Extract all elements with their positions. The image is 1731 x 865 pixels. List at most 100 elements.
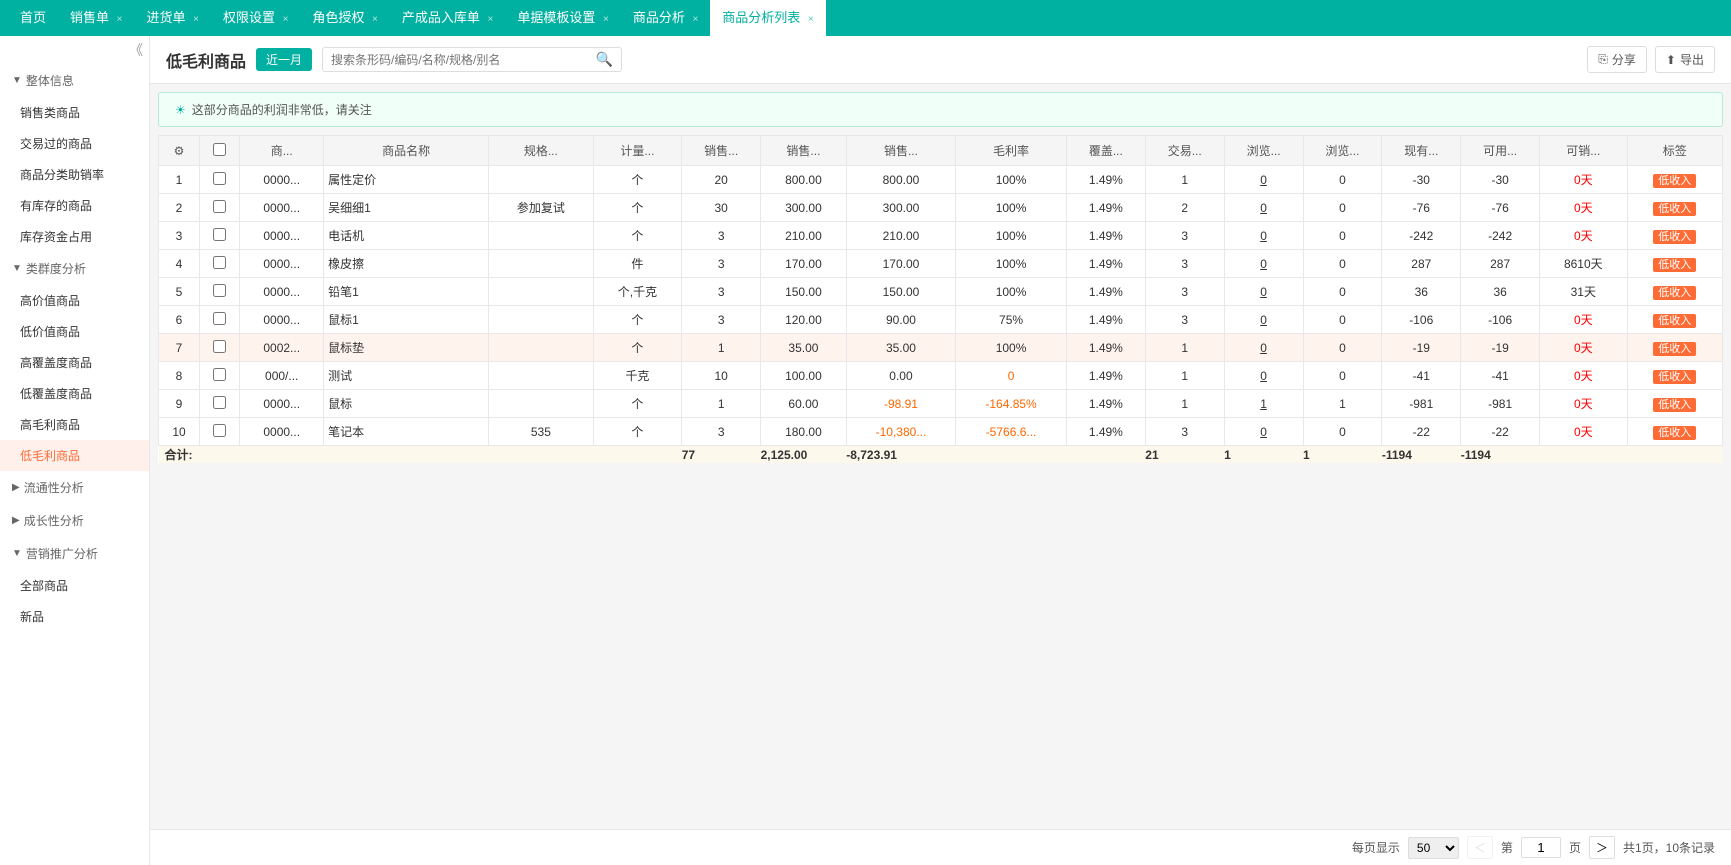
col-transaction[interactable]: 交易...: [1145, 136, 1224, 166]
row-browse1[interactable]: 0: [1224, 250, 1303, 278]
row-checkbox[interactable]: [199, 166, 239, 194]
col-available[interactable]: 可用...: [1461, 136, 1540, 166]
col-browse2[interactable]: 浏览...: [1303, 136, 1382, 166]
col-sellable[interactable]: 可销...: [1540, 136, 1627, 166]
row-browse1[interactable]: 0: [1224, 362, 1303, 390]
row-browse1[interactable]: 0: [1224, 166, 1303, 194]
col-sales-qty[interactable]: 销售...: [682, 136, 761, 166]
row-checkbox[interactable]: [199, 194, 239, 222]
col-gross-margin[interactable]: 毛利率: [956, 136, 1067, 166]
col-coverage[interactable]: 覆盖...: [1066, 136, 1145, 166]
sidebar-group-marketing[interactable]: ▼ 营销推广分析: [0, 537, 149, 570]
nav-home[interactable]: 首页: [8, 0, 58, 36]
row-no: 10: [159, 418, 200, 446]
row-sales-qty: 30: [682, 194, 761, 222]
col-current[interactable]: 现有...: [1382, 136, 1461, 166]
row-browse1[interactable]: 0: [1224, 418, 1303, 446]
row-unit: 千克: [593, 362, 682, 390]
col-tag[interactable]: 标签: [1627, 136, 1722, 166]
row-sales-qty: 3: [682, 250, 761, 278]
row-checkbox[interactable]: [199, 334, 239, 362]
page-number-input[interactable]: [1521, 837, 1561, 858]
row-checkbox[interactable]: [199, 390, 239, 418]
tag-badge: 低收入: [1653, 342, 1696, 356]
row-sales-price: 150.00: [761, 278, 847, 306]
collapse-sidebar-btn[interactable]: 《: [0, 36, 149, 64]
row-browse1[interactable]: 0: [1224, 306, 1303, 334]
sidebar-item-capital[interactable]: 库存资金占用: [0, 221, 149, 252]
tag-badge: 低收入: [1653, 370, 1696, 384]
row-checkbox[interactable]: [199, 418, 239, 446]
nav-roles[interactable]: 角色授权 ×: [300, 0, 389, 36]
sidebar-item-traded-goods[interactable]: 交易过的商品: [0, 128, 149, 159]
col-settings[interactable]: ⚙: [159, 136, 200, 166]
search-box[interactable]: 🔍: [322, 47, 622, 72]
sidebar-item-sales-goods[interactable]: 销售类商品: [0, 97, 149, 128]
row-browse1[interactable]: 0: [1224, 278, 1303, 306]
prev-page-btn[interactable]: ＜: [1467, 836, 1493, 859]
sidebar-item-all-goods[interactable]: 全部商品: [0, 570, 149, 601]
search-icon[interactable]: 🔍: [596, 51, 613, 68]
row-browse1[interactable]: 0: [1224, 194, 1303, 222]
col-sales-amount[interactable]: 销售...: [846, 136, 955, 166]
per-page-select[interactable]: 50 100 200: [1408, 837, 1459, 859]
tag-badge: 低收入: [1653, 398, 1696, 412]
col-code[interactable]: 商...: [240, 136, 324, 166]
page-label: 第: [1501, 839, 1513, 856]
col-name[interactable]: 商品名称: [324, 136, 489, 166]
select-all-checkbox[interactable]: [213, 143, 226, 156]
row-checkbox[interactable]: [199, 306, 239, 334]
sidebar-item-new-goods[interactable]: 新品: [0, 601, 149, 632]
sidebar-item-category-rate[interactable]: 商品分类助销率: [0, 159, 149, 190]
export-icon: ⬆: [1666, 53, 1676, 67]
nav-analysis[interactable]: 商品分析 ×: [621, 0, 710, 36]
row-browse1[interactable]: 0: [1224, 334, 1303, 362]
nav-templates[interactable]: 单据模板设置 ×: [505, 0, 620, 36]
sidebar-item-in-stock[interactable]: 有库存的商品: [0, 190, 149, 221]
col-checkbox[interactable]: [199, 136, 239, 166]
nav-permissions[interactable]: 权限设置 ×: [211, 0, 300, 36]
row-checkbox[interactable]: [199, 222, 239, 250]
col-browse1[interactable]: 浏览...: [1224, 136, 1303, 166]
nav-sales[interactable]: 销售单 ×: [58, 0, 134, 36]
row-spec: 535: [489, 418, 594, 446]
row-checkbox[interactable]: [199, 250, 239, 278]
sidebar-group-overview[interactable]: ▼ 整体信息: [0, 64, 149, 97]
sidebar-item-low-value[interactable]: 低价值商品: [0, 316, 149, 347]
row-no: 9: [159, 390, 200, 418]
page-total: 页: [1569, 839, 1581, 856]
notice-icon: ☀: [175, 103, 186, 117]
next-page-btn[interactable]: ＞: [1589, 836, 1615, 859]
nav-purchase[interactable]: 进货单 ×: [134, 0, 210, 36]
sidebar-group-cluster[interactable]: ▼ 类群度分析: [0, 252, 149, 285]
row-checkbox[interactable]: [199, 278, 239, 306]
row-current: -19: [1382, 334, 1461, 362]
sidebar-group-liquidity[interactable]: ▶ 流通性分析: [0, 471, 149, 504]
time-filter-button[interactable]: 近一月: [256, 48, 312, 71]
sidebar-group-growth[interactable]: ▶ 成长性分析: [0, 504, 149, 537]
col-spec[interactable]: 规格...: [489, 136, 594, 166]
table-row: 7 0002... 鼠标垫 个 1 35.00 35.00 100% 1.49%…: [159, 334, 1723, 362]
col-unit[interactable]: 计量...: [593, 136, 682, 166]
table-row: 4 0000... 橡皮擦 件 3 170.00 170.00 100% 1.4…: [159, 250, 1723, 278]
sidebar-item-high-margin[interactable]: 高毛利商品: [0, 409, 149, 440]
nav-analysis-list[interactable]: 商品分析列表 ×: [710, 0, 825, 36]
arrow-icon-2: ▼: [12, 263, 22, 274]
sidebar-item-low-margin[interactable]: 低毛利商品: [0, 440, 149, 471]
sidebar-item-high-coverage[interactable]: 高覆盖度商品: [0, 347, 149, 378]
share-button[interactable]: ⎘ 分享: [1587, 46, 1647, 73]
row-browse1[interactable]: 1: [1224, 390, 1303, 418]
row-browse1[interactable]: 0: [1224, 222, 1303, 250]
sidebar-item-high-value[interactable]: 高价值商品: [0, 285, 149, 316]
sidebar-item-low-coverage[interactable]: 低覆盖度商品: [0, 378, 149, 409]
nav-products[interactable]: 产成品入库单 ×: [390, 0, 505, 36]
row-name: 鼠标垫: [324, 334, 489, 362]
col-sales-price[interactable]: 销售...: [761, 136, 847, 166]
row-name: 铅笔1: [324, 278, 489, 306]
export-button[interactable]: ⬆ 导出: [1655, 46, 1715, 73]
row-checkbox[interactable]: [199, 362, 239, 390]
row-sellable: 0天: [1540, 222, 1627, 250]
search-input[interactable]: [331, 53, 596, 67]
row-gross-margin: 100%: [956, 278, 1067, 306]
row-sales-price: 210.00: [761, 222, 847, 250]
